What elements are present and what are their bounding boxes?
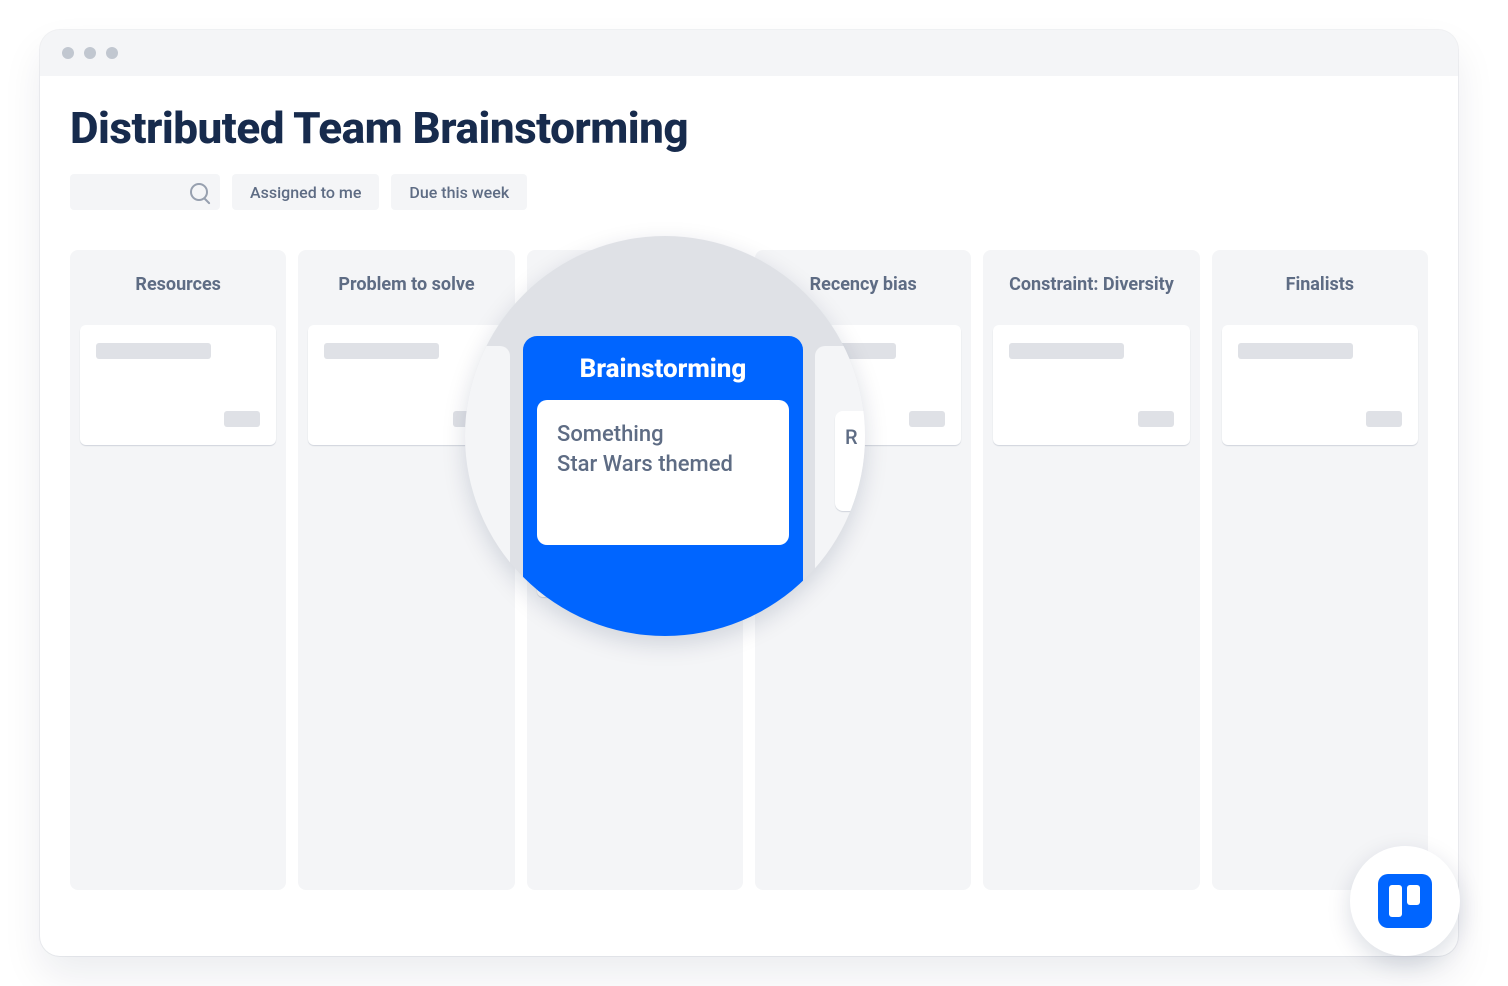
card-placeholder[interactable]: [80, 325, 276, 445]
filter-due-this-week[interactable]: Due this week: [391, 174, 527, 210]
placeholder-tag: [1138, 411, 1174, 427]
list-title: Constraint: Diversity: [993, 274, 1189, 295]
brand-badge: [1350, 846, 1460, 956]
magnifier-lens: Brainstorming Something Star Wars themed…: [465, 236, 865, 636]
magnifier-adjacent-list-left: [465, 346, 510, 636]
search-icon: [190, 183, 208, 201]
list-resources[interactable]: Resources: [70, 250, 286, 890]
list-constraint-diversity[interactable]: Constraint: Diversity: [983, 250, 1199, 890]
placeholder-line: [1009, 343, 1124, 359]
magnifier-partial-card-right: R: [835, 411, 865, 511]
magnifier-card[interactable]: Something Star Wars themed: [537, 400, 789, 545]
placeholder-tag: [909, 411, 945, 427]
filter-row: Assigned to me Due this week: [70, 174, 1428, 210]
list-finalists[interactable]: Finalists: [1212, 250, 1428, 890]
magnifier-focused-list: Brainstorming Something Star Wars themed: [523, 336, 803, 636]
card-placeholder[interactable]: [1222, 325, 1418, 445]
placeholder-line: [96, 343, 211, 359]
placeholder-line: [324, 343, 439, 359]
window-maximize-dot[interactable]: [106, 47, 118, 59]
window-minimize-dot[interactable]: [84, 47, 96, 59]
window-titlebar: [40, 30, 1458, 76]
window-close-dot[interactable]: [62, 47, 74, 59]
search-input[interactable]: [70, 174, 220, 210]
board-content: Distributed Team Brainstorming Assigned …: [40, 76, 1458, 956]
filter-assigned-to-me[interactable]: Assigned to me: [232, 174, 379, 210]
trello-logo-icon: [1378, 874, 1432, 928]
placeholder-tag: [1366, 411, 1402, 427]
placeholder-line: [1238, 343, 1353, 359]
board-title: Distributed Team Brainstorming: [70, 102, 1428, 154]
list-title: Finalists: [1222, 274, 1418, 295]
placeholder-tag: [224, 411, 260, 427]
list-title: Resources: [80, 274, 276, 295]
browser-window: Distributed Team Brainstorming Assigned …: [40, 30, 1458, 956]
card-placeholder[interactable]: [993, 325, 1189, 445]
magnifier-list-title: Brainstorming: [537, 354, 789, 384]
magnifier-card-text: Something Star Wars themed: [557, 422, 733, 477]
